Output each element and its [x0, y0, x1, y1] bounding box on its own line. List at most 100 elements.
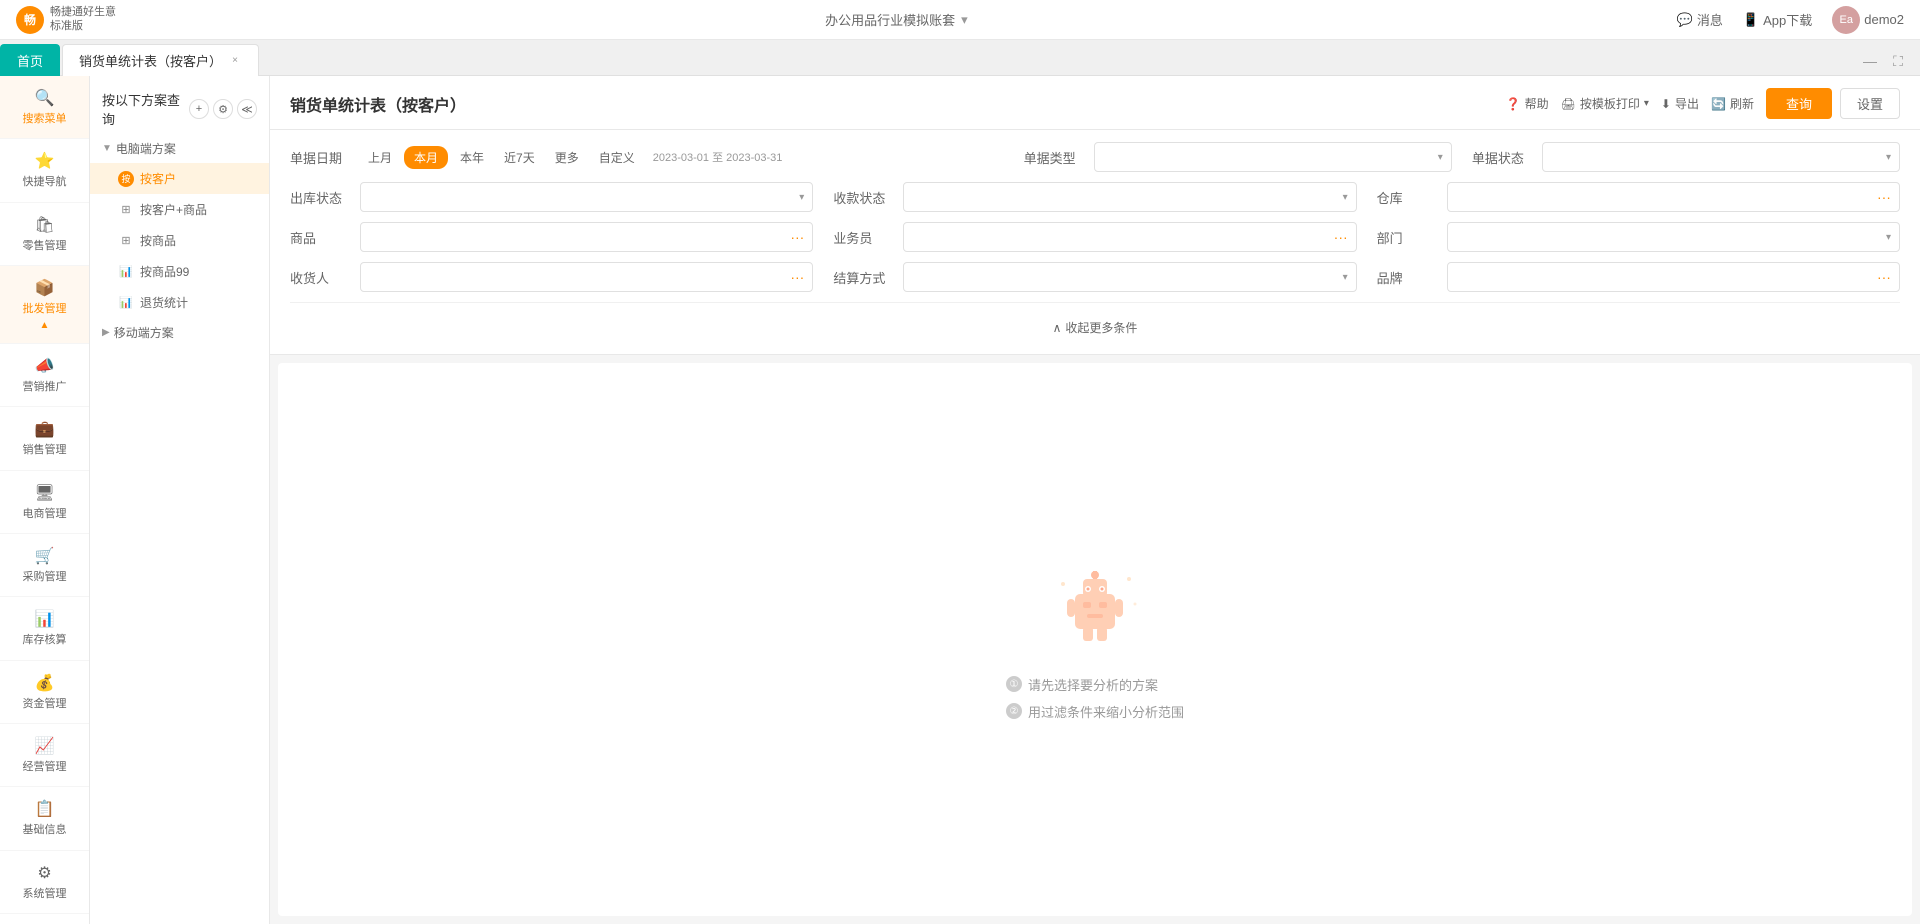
sidebar-item-enterprise[interactable]: 🤝 企业协同	[0, 914, 89, 924]
finance-icon: 💰	[35, 673, 55, 693]
scheme-item-by-goods[interactable]: ⊞ 按商品	[90, 225, 269, 256]
date-tab-this-month[interactable]: 本月	[404, 146, 448, 169]
sidebar-item-finance[interactable]: 💰 资金管理	[0, 661, 89, 724]
scheme-item-by-customer[interactable]: 按 按客户	[90, 163, 269, 194]
template-print-button[interactable]: 🖨 按模板打印 ▾	[1561, 95, 1649, 112]
chevron-down-icon: ▾	[1886, 152, 1891, 163]
receiver-input[interactable]: ···	[360, 262, 813, 292]
sidebar-item-sales[interactable]: 💼 销售管理	[0, 407, 89, 470]
date-tabs: 上月 本月 本年 近7天 更多 自定义	[360, 146, 643, 169]
page-header: 销货单统计表（按客户） ❓ 帮助 🖨 按模板打印 ▾ ⬇ 导出 🔄 刷新	[270, 76, 1920, 130]
content-area: 销货单统计表（按客户） ❓ 帮助 🖨 按模板打印 ▾ ⬇ 导出 🔄 刷新	[270, 76, 1920, 924]
doc-status-field: 单据状态 ▾	[1472, 142, 1900, 172]
out-status-input[interactable]: ▾	[360, 182, 813, 212]
user-menu-button[interactable]: Ea demo2	[1832, 6, 1904, 34]
salesperson-input[interactable]: ···	[903, 222, 1356, 252]
scheme-item-by-goods-99[interactable]: 📊 按商品99	[90, 256, 269, 287]
query-button[interactable]: 查询	[1766, 88, 1832, 119]
collapse-filter-button[interactable]: ∧ 收起更多条件	[1053, 313, 1138, 342]
payment-status-label: 收款状态	[833, 188, 903, 207]
dept-input[interactable]: ▾	[1447, 222, 1900, 252]
export-button[interactable]: ⬇ 导出	[1661, 95, 1699, 112]
settlement-input[interactable]: ▾	[903, 262, 1356, 292]
warehouse-input[interactable]: ···	[1447, 182, 1900, 212]
tree-group-desktop-label: 电脑端方案	[116, 140, 176, 157]
tab-home[interactable]: 首页	[0, 44, 60, 76]
date-tab-last-month[interactable]: 上月	[360, 146, 400, 169]
scheme-item-by-customer-goods[interactable]: ⊞ 按客户+商品	[90, 194, 269, 225]
sidebar-label: 采购管理	[23, 570, 67, 584]
logo-area: 畅 畅捷通好生意 标准版	[16, 6, 116, 34]
doc-status-input[interactable]: ▾	[1542, 142, 1900, 172]
scheme-label-by-customer: 按客户	[140, 170, 176, 187]
sidebar-item-ecommerce[interactable]: 🖥 电商管理	[0, 471, 89, 534]
more-dots-icon: ···	[1334, 229, 1348, 245]
date-tab-more[interactable]: 更多	[547, 146, 587, 169]
print-icon: 🖨	[1561, 97, 1576, 111]
sidebar-label: 搜索菜单	[23, 112, 67, 126]
sidebar-item-wholesale[interactable]: 📦 批发管理 ▲	[0, 266, 89, 344]
date-filter-field: 单据日期 上月 本月 本年 近7天 更多 自定义 2023-03-01 至 20…	[290, 146, 1004, 169]
sidebar-item-basics[interactable]: 📋 基础信息	[0, 787, 89, 850]
sidebar-item-search-menu[interactable]: 🔍 搜索菜单	[0, 76, 89, 139]
sidebar-item-purchase[interactable]: 🛒 采购管理	[0, 534, 89, 597]
receiver-label: 收货人	[290, 268, 360, 287]
tree-group-desktop: ▼ 电脑端方案 按 按客户 ⊞ 按客户+商品 ⊞ 按商品 📊 按商品99 📊 退	[90, 134, 269, 318]
out-status-label: 出库状态	[290, 188, 360, 207]
tab-home-label: 首页	[17, 51, 43, 70]
tree-group-desktop-header[interactable]: ▼ 电脑端方案	[90, 134, 269, 163]
doc-type-label: 单据类型	[1024, 148, 1094, 167]
message-icon: 💬	[1677, 12, 1693, 28]
user-avatar: Ea	[1832, 6, 1860, 34]
app-download-button[interactable]: 📱 App下载	[1743, 10, 1812, 29]
sidebar-item-system[interactable]: ⚙ 系统管理	[0, 851, 89, 914]
settings-scheme-button[interactable]: ⚙	[213, 99, 233, 119]
sales-icon: 💼	[35, 419, 55, 439]
tab-minimize-button[interactable]: —	[1860, 51, 1880, 71]
scheme-item-return-stats[interactable]: 📊 退货统计	[90, 287, 269, 318]
tab-sales-report[interactable]: 销货单统计表（按客户） ×	[62, 44, 259, 76]
date-tab-custom[interactable]: 自定义	[591, 146, 643, 169]
goods-input[interactable]: ···	[360, 222, 813, 252]
sidebar-item-inventory[interactable]: 📊 库存核算	[0, 597, 89, 660]
left-panel-header: 按以下方案查询 + ⚙ ≪	[90, 84, 269, 134]
brand-input[interactable]: ···	[1447, 262, 1900, 292]
star-icon: ⭐	[35, 151, 55, 171]
goods-label: 商品	[290, 228, 360, 247]
date-tab-this-year[interactable]: 本年	[452, 146, 492, 169]
topbar-right: 💬 消息 📱 App下载 Ea demo2	[1677, 6, 1904, 34]
date-tab-7days[interactable]: 近7天	[496, 146, 543, 169]
download-icon: 📱	[1743, 12, 1759, 28]
sidebar-item-quick-nav[interactable]: ⭐ 快捷导航	[0, 139, 89, 202]
sidebar-item-retail[interactable]: 🛍 零售管理	[0, 203, 89, 266]
add-scheme-button[interactable]: +	[189, 99, 209, 119]
empty-hint-1: ① 请先选择要分析的方案	[1006, 675, 1184, 694]
tab-close-button[interactable]: ×	[228, 54, 242, 68]
tab-sales-report-label: 销货单统计表（按客户）	[79, 51, 222, 70]
scheme-icon-return-stats: 📊	[118, 295, 134, 311]
doc-type-field: 单据类型 ▾	[1024, 142, 1452, 172]
left-panel-title: 按以下方案查询	[102, 90, 189, 128]
wholesale-icon: 📦	[35, 278, 55, 298]
tab-maximize-button[interactable]: ⛶	[1888, 51, 1908, 71]
receiver-field: 收货人 ···	[290, 262, 813, 292]
payment-status-input[interactable]: ▾	[903, 182, 1356, 212]
tree-group-mobile-header[interactable]: ▶ 移动端方案	[90, 318, 269, 347]
industry-dropdown-icon[interactable]: ▾	[961, 12, 968, 28]
payment-status-field: 收款状态 ▾	[833, 182, 1356, 212]
message-button[interactable]: 💬 消息	[1677, 10, 1723, 29]
doc-type-input[interactable]: ▾	[1094, 142, 1452, 172]
scheme-label-by-customer-goods: 按客户+商品	[140, 201, 207, 218]
tree-group-mobile: ▶ 移动端方案	[90, 318, 269, 347]
collapse-panel-button[interactable]: ≪	[237, 99, 257, 119]
warehouse-field: 仓库 ···	[1377, 182, 1900, 212]
settings-button[interactable]: 设置	[1840, 88, 1900, 119]
system-icon: ⚙	[37, 863, 51, 883]
refresh-button[interactable]: 🔄 刷新	[1711, 95, 1754, 112]
tabbar: 首页 销货单统计表（按客户） × — ⛶	[0, 40, 1920, 76]
sidebar-item-marketing[interactable]: 📣 营销推广	[0, 344, 89, 407]
salesperson-field: 业务员 ···	[833, 222, 1356, 252]
sidebar-item-operations[interactable]: 📈 经营管理	[0, 724, 89, 787]
help-button[interactable]: ❓ 帮助	[1506, 95, 1549, 112]
more-dots-icon: ···	[790, 269, 804, 285]
